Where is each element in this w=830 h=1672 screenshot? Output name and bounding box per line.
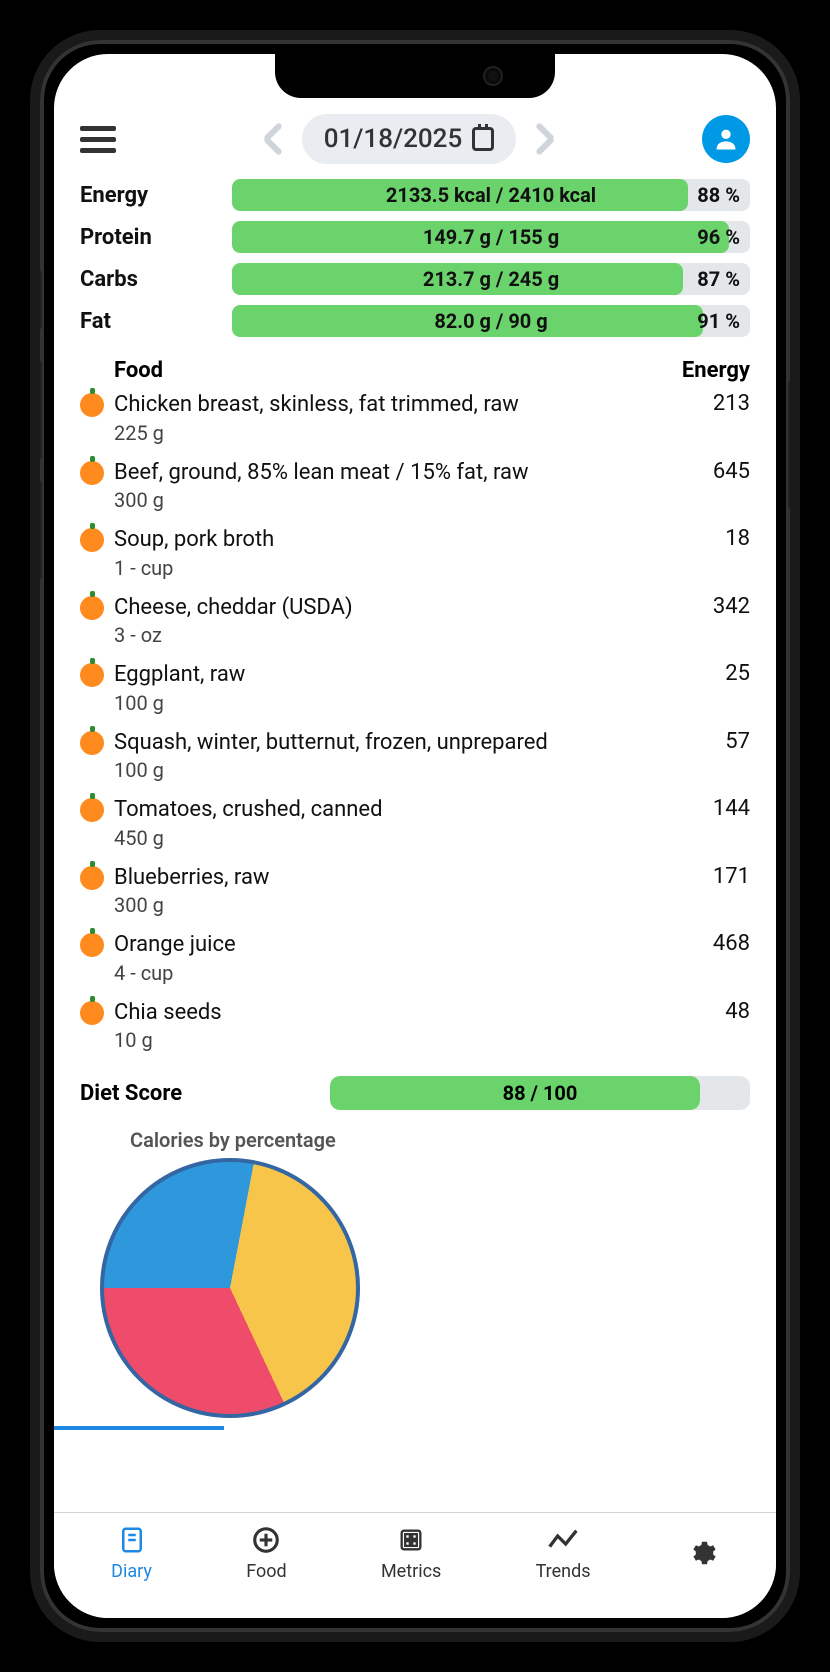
food-header-energy: Energy xyxy=(682,358,750,383)
food-name: Soup, pork broth xyxy=(114,526,670,554)
food-qty: 300 g xyxy=(114,488,670,512)
food-icon xyxy=(80,393,104,417)
macro-bar: 82.0 g / 90 g91 % xyxy=(232,305,750,337)
food-item[interactable]: Cheese, cheddar (USDA)3 - oz342 xyxy=(80,590,750,658)
macro-percent: 87 % xyxy=(697,263,740,295)
food-name: Eggplant, raw xyxy=(114,661,670,689)
gear-icon xyxy=(685,1536,719,1570)
food-icon xyxy=(80,731,104,755)
nav-trends-label: Trends xyxy=(536,1561,591,1582)
food-qty: 225 g xyxy=(114,421,670,445)
profile-button[interactable] xyxy=(702,115,750,163)
food-qty: 1 - cup xyxy=(114,556,670,580)
macro-label: Carbs xyxy=(80,267,232,292)
chart-title: Calories by percentage xyxy=(80,1128,750,1152)
macro-value: 149.7 g / 155 g xyxy=(232,221,750,253)
food-energy: 468 xyxy=(670,931,750,956)
macro-bar: 149.7 g / 155 g96 % xyxy=(232,221,750,253)
next-day-button[interactable] xyxy=(534,121,556,157)
food-qty: 100 g xyxy=(114,691,670,715)
macro-row: Carbs213.7 g / 245 g87 % xyxy=(80,262,750,296)
nav-trends[interactable]: Trends xyxy=(536,1523,591,1582)
food-icon xyxy=(80,461,104,485)
food-icon xyxy=(80,1001,104,1025)
food-qty: 300 g xyxy=(114,893,670,917)
trend-icon xyxy=(546,1523,580,1557)
food-item[interactable]: Soup, pork broth1 - cup18 xyxy=(80,522,750,590)
food-name: Blueberries, raw xyxy=(114,864,670,892)
food-qty: 450 g xyxy=(114,826,670,850)
food-icon xyxy=(80,933,104,957)
food-icon xyxy=(80,798,104,822)
nav-settings[interactable] xyxy=(685,1536,719,1570)
scroll-indicator xyxy=(54,1426,224,1430)
plus-circle-icon xyxy=(249,1523,283,1557)
food-icon xyxy=(80,596,104,620)
food-item[interactable]: Chia seeds10 g48 xyxy=(80,995,750,1063)
nav-metrics-label: Metrics xyxy=(381,1561,441,1582)
food-name: Chicken breast, skinless, fat trimmed, r… xyxy=(114,391,670,419)
food-energy: 171 xyxy=(670,864,750,889)
calendar-icon xyxy=(472,127,494,151)
food-header-food: Food xyxy=(114,358,682,383)
food-item[interactable]: Orange juice4 - cup468 xyxy=(80,927,750,995)
food-item[interactable]: Eggplant, raw100 g25 xyxy=(80,657,750,725)
food-qty: 4 - cup xyxy=(114,961,670,985)
food-qty: 10 g xyxy=(114,1028,670,1052)
food-item[interactable]: Chicken breast, skinless, fat trimmed, r… xyxy=(80,387,750,455)
macro-bar: 2133.5 kcal / 2410 kcal88 % xyxy=(232,179,750,211)
date-selector[interactable]: 01/18/2025 xyxy=(302,114,517,164)
macro-row: Energy2133.5 kcal / 2410 kcal88 % xyxy=(80,178,750,212)
nav-metrics[interactable]: Metrics xyxy=(381,1523,441,1582)
food-name: Cheese, cheddar (USDA) xyxy=(114,594,670,622)
food-item[interactable]: Squash, winter, butternut, frozen, unpre… xyxy=(80,725,750,793)
macro-label: Protein xyxy=(80,225,232,250)
macro-value: 213.7 g / 245 g xyxy=(232,263,750,295)
nav-food[interactable]: Food xyxy=(246,1523,286,1582)
macro-value: 2133.5 kcal / 2410 kcal xyxy=(232,179,750,211)
calories-pie-chart xyxy=(100,1158,360,1418)
food-name: Orange juice xyxy=(114,931,670,959)
macro-label: Energy xyxy=(80,183,232,208)
food-name: Squash, winter, butternut, frozen, unpre… xyxy=(114,729,670,757)
grid-icon xyxy=(394,1523,428,1557)
macro-row: Fat82.0 g / 90 g91 % xyxy=(80,304,750,338)
food-energy: 144 xyxy=(670,796,750,821)
diet-score-label: Diet Score xyxy=(80,1081,330,1106)
food-icon xyxy=(80,866,104,890)
food-name: Tomatoes, crushed, canned xyxy=(114,796,670,824)
macro-row: Protein149.7 g / 155 g96 % xyxy=(80,220,750,254)
macro-value: 82.0 g / 90 g xyxy=(232,305,750,337)
food-qty: 3 - oz xyxy=(114,623,670,647)
macro-label: Fat xyxy=(80,309,232,334)
food-name: Beef, ground, 85% lean meat / 15% fat, r… xyxy=(114,459,670,487)
diet-score-bar: 88 / 100 xyxy=(330,1076,750,1110)
nav-diary-label: Diary xyxy=(111,1561,152,1582)
diet-score-value: 88 / 100 xyxy=(330,1076,750,1110)
food-item[interactable]: Blueberries, raw300 g171 xyxy=(80,860,750,928)
food-qty: 100 g xyxy=(114,758,670,782)
food-energy: 48 xyxy=(670,999,750,1024)
food-name: Chia seeds xyxy=(114,999,670,1027)
food-energy: 213 xyxy=(670,391,750,416)
macro-percent: 91 % xyxy=(697,305,740,337)
prev-day-button[interactable] xyxy=(262,121,284,157)
food-energy: 57 xyxy=(670,729,750,754)
menu-button[interactable] xyxy=(80,126,116,153)
food-icon xyxy=(80,663,104,687)
food-energy: 342 xyxy=(670,594,750,619)
macro-percent: 96 % xyxy=(697,221,740,253)
food-energy: 18 xyxy=(670,526,750,551)
macro-percent: 88 % xyxy=(697,179,740,211)
current-date: 01/18/2025 xyxy=(324,124,463,154)
nav-diary[interactable]: Diary xyxy=(111,1523,152,1582)
diary-icon xyxy=(115,1523,149,1557)
nav-food-label: Food xyxy=(246,1561,286,1582)
food-energy: 25 xyxy=(670,661,750,686)
food-icon xyxy=(80,528,104,552)
food-item[interactable]: Tomatoes, crushed, canned450 g144 xyxy=(80,792,750,860)
macro-bar: 213.7 g / 245 g87 % xyxy=(232,263,750,295)
food-energy: 645 xyxy=(670,459,750,484)
food-item[interactable]: Beef, ground, 85% lean meat / 15% fat, r… xyxy=(80,455,750,523)
